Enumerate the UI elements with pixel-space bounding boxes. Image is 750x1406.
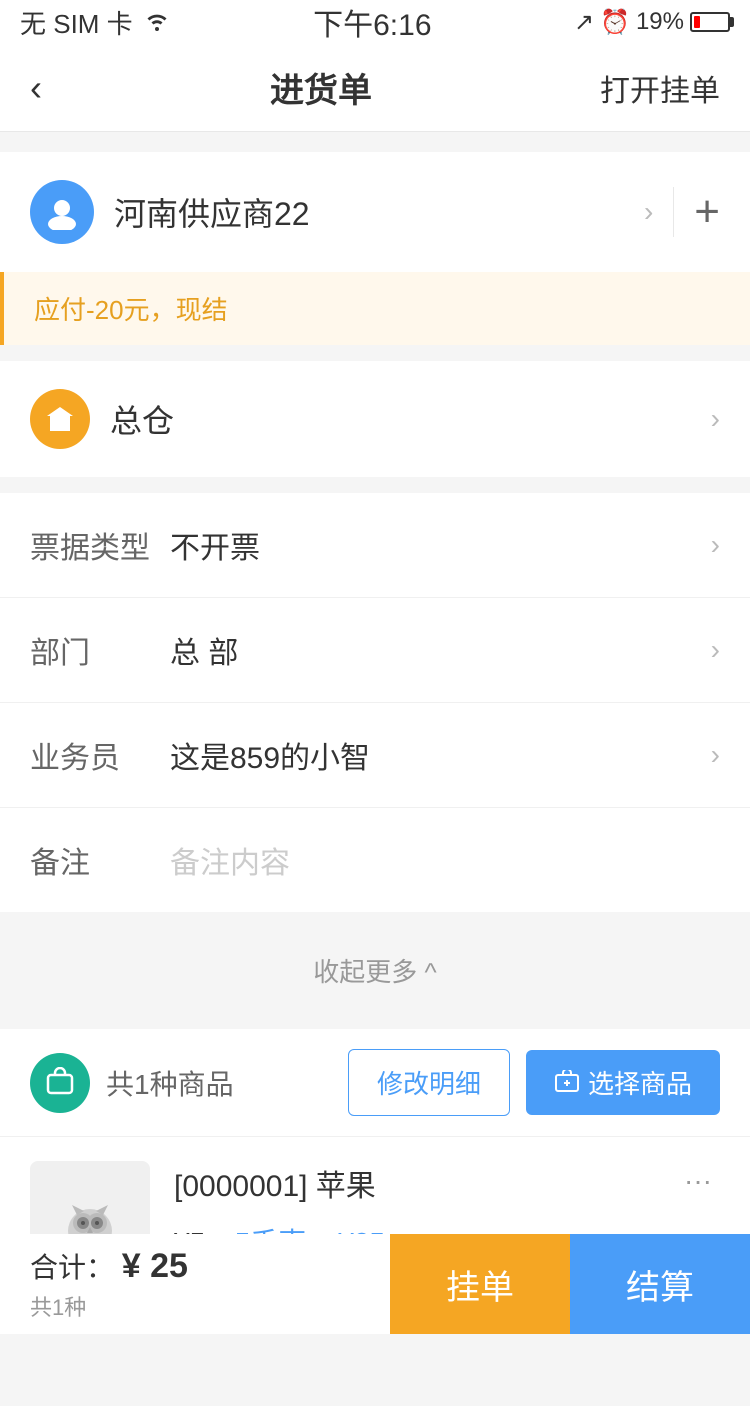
status-time: 下午6:16	[313, 0, 431, 44]
battery-icon	[690, 12, 730, 32]
status-right: ↗ ⏰ 19%	[574, 8, 730, 37]
department-value: 总 部	[170, 628, 701, 672]
select-product-button[interactable]: 选择商品	[526, 1050, 720, 1115]
supplier-row[interactable]: 河南供应商22 › +	[0, 152, 750, 272]
notes-placeholder: 备注内容	[170, 838, 720, 882]
divider	[673, 187, 674, 237]
warehouse-chevron: ›	[711, 403, 720, 435]
total-section: 合计： ¥ 25 共1种	[0, 1234, 390, 1334]
invoice-type-row[interactable]: 票据类型 不开票 ›	[0, 493, 750, 598]
total-count: 共1种	[30, 1290, 360, 1322]
form-section: 票据类型 不开票 › 部门 总 部 › 业务员 这是859的小智 › 备注 备注…	[0, 493, 750, 912]
salesperson-row[interactable]: 业务员 这是859的小智 ›	[0, 703, 750, 808]
collapse-label: 收起更多 ^	[313, 952, 436, 989]
status-bar: 无 SIM 卡 下午6:16 ↗ ⏰ 19%	[0, 0, 750, 44]
supplier-section: 河南供应商22 › + 应付-20元，现结	[0, 152, 750, 345]
supplier-chevron: ›	[644, 196, 653, 228]
carrier-text: 无 SIM 卡	[20, 4, 133, 41]
product-name: [0000001] 苹果	[174, 1161, 652, 1205]
nav-bar: ‹ 进货单 打开挂单	[0, 44, 750, 132]
salesperson-chevron: ›	[711, 739, 720, 771]
wifi-icon	[143, 7, 171, 38]
supplier-avatar	[30, 180, 94, 244]
spacer-mid	[0, 1013, 750, 1029]
supplier-name: 河南供应商22	[114, 189, 634, 235]
warehouse-icon	[30, 389, 90, 449]
product-toolbar: 共1种商品 修改明细 选择商品	[0, 1029, 750, 1137]
warehouse-name: 总仓	[110, 396, 701, 442]
battery-percent: 19%	[636, 8, 684, 36]
invoice-type-value: 不开票	[170, 523, 701, 567]
notes-row[interactable]: 备注 备注内容	[0, 808, 750, 912]
bottom-bar: 合计： ¥ 25 共1种 挂单 结算	[0, 1234, 750, 1334]
hold-button[interactable]: 挂单	[390, 1234, 570, 1334]
warehouse-row[interactable]: 总仓 ›	[0, 361, 750, 477]
open-hold-button[interactable]: 打开挂单	[600, 66, 720, 110]
total-amount: ¥ 25	[122, 1247, 188, 1285]
invoice-type-chevron: ›	[711, 529, 720, 561]
salesperson-label: 业务员	[30, 733, 170, 777]
department-row[interactable]: 部门 总 部 ›	[0, 598, 750, 703]
invoice-type-label: 票据类型	[30, 523, 170, 567]
warehouse-section[interactable]: 总仓 ›	[0, 361, 750, 477]
checkout-button[interactable]: 结算	[570, 1234, 750, 1334]
salesperson-value: 这是859的小智	[170, 733, 701, 777]
product-count: 共1种商品	[106, 1063, 332, 1103]
total-label-line: 合计： ¥ 25	[30, 1246, 360, 1286]
total-label: 合计：	[30, 1252, 114, 1283]
edit-detail-button[interactable]: 修改明细	[348, 1049, 510, 1116]
collapse-button[interactable]: 收起更多 ^	[0, 928, 750, 1013]
spacer-top	[0, 132, 750, 152]
department-chevron: ›	[711, 634, 720, 666]
nav-title: 进货单	[270, 63, 372, 112]
status-left: 无 SIM 卡	[20, 4, 171, 41]
warning-banner: 应付-20元，现结	[0, 272, 750, 345]
product-more-button[interactable]: ···	[676, 1161, 720, 1201]
back-button[interactable]: ‹	[30, 67, 42, 109]
select-product-label: 选择商品	[588, 1064, 692, 1101]
notes-label: 备注	[30, 838, 170, 882]
location-icon: ↗	[574, 8, 594, 37]
product-icon	[30, 1053, 90, 1113]
department-label: 部门	[30, 628, 170, 672]
alarm-icon: ⏰	[600, 8, 630, 37]
add-supplier-button[interactable]: +	[694, 187, 720, 237]
